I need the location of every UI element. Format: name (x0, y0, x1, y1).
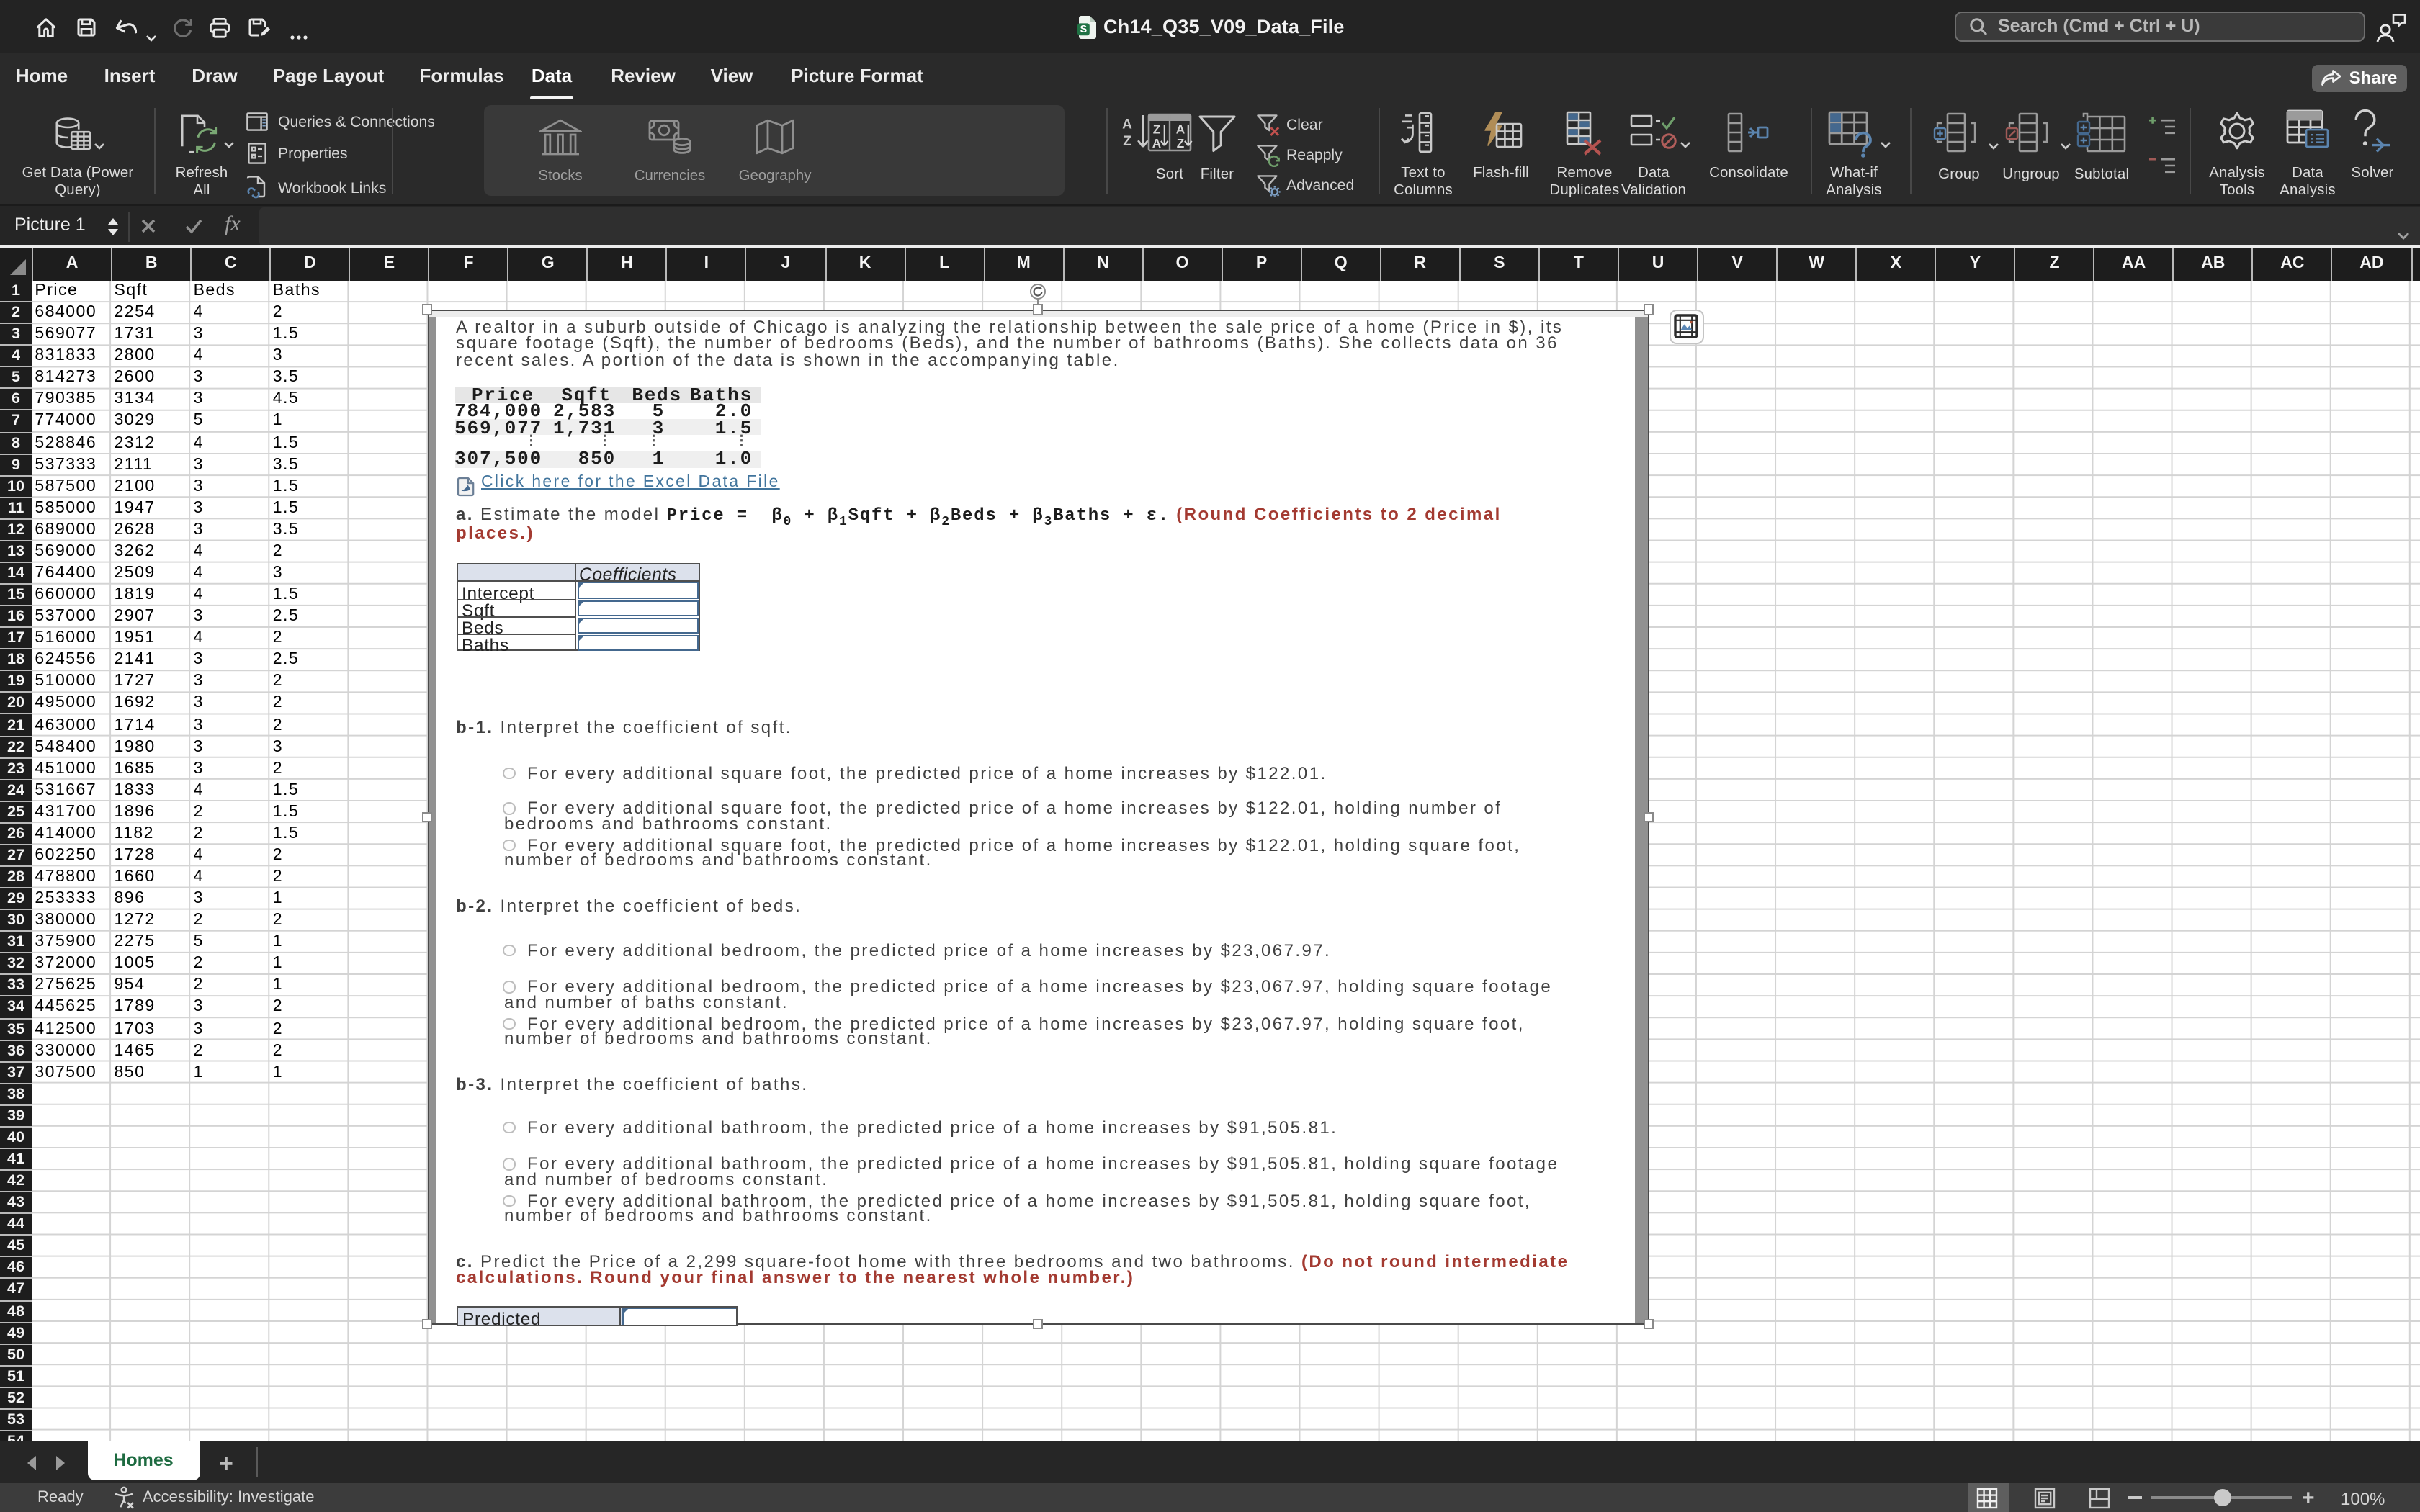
svg-text:Z: Z (1123, 134, 1131, 149)
svg-text:A: A (1176, 122, 1185, 137)
svg-text:S: S (1080, 23, 1088, 35)
svg-text:Z: Z (1153, 122, 1161, 137)
svg-text:A: A (1122, 117, 1132, 132)
svg-text:A: A (1152, 136, 1161, 150)
svg-text:Z: Z (1177, 136, 1185, 150)
